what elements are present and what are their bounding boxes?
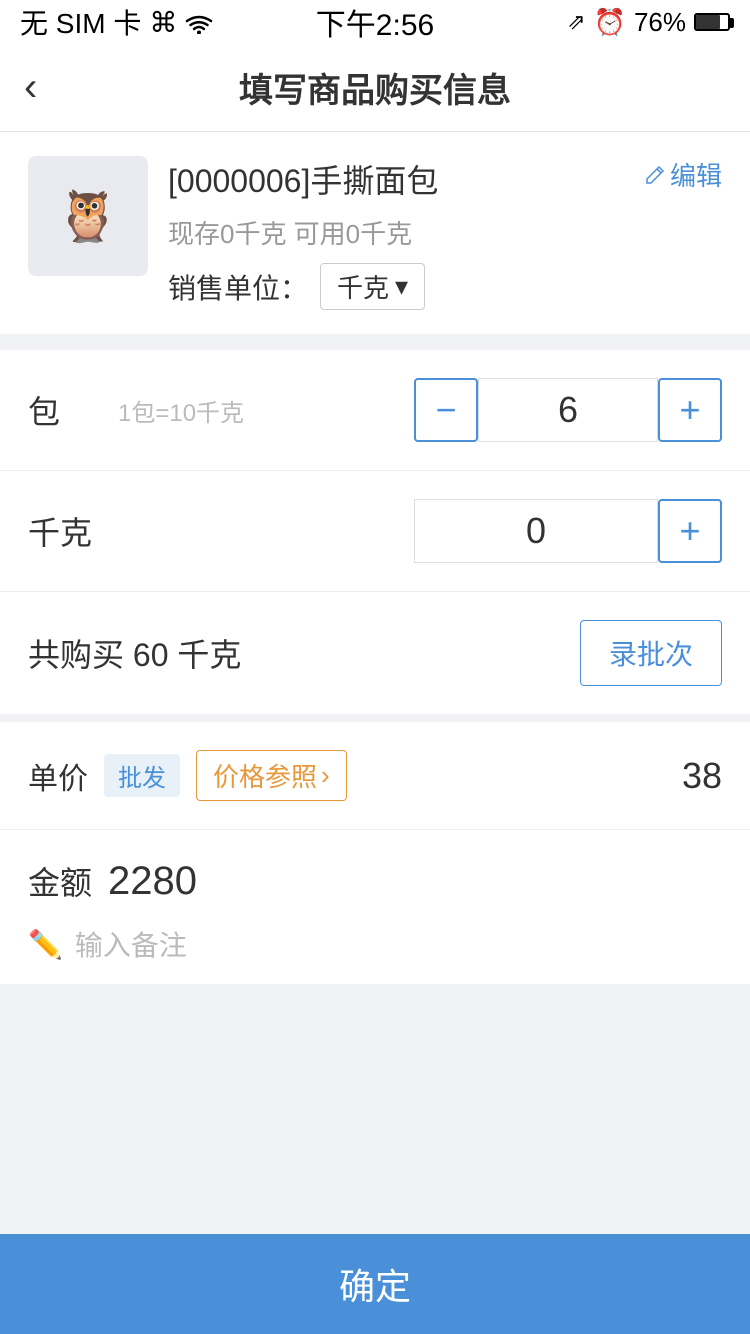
batch-button[interactable]: 录批次 (580, 620, 722, 686)
package-hint: 1包=10千克 (118, 393, 414, 428)
status-bar: 无 SIM 卡 ⌘ 下午2:56 ⇗ ⏰ 76% (0, 0, 750, 44)
product-info: [0000006]手撕面包 编辑 现存0千克 可用0千克 销售单位： 千克 ▾ (168, 156, 722, 310)
product-name: [0000006]手撕面包 (168, 156, 438, 202)
carrier-label: 无 SIM 卡 (20, 2, 141, 42)
location-icon: ⇗ (567, 9, 585, 35)
alarm-icon: ⏰ (594, 7, 626, 38)
status-left: 无 SIM 卡 ⌘ (20, 2, 213, 42)
price-value: 38 (682, 755, 722, 797)
amount-label: 金额 (28, 858, 92, 904)
unit-label: 销售单位： (168, 267, 308, 307)
battery-icon (694, 13, 730, 31)
total-text: 共购买 60 千克 (28, 630, 241, 676)
kg-label: 千克 (28, 508, 108, 554)
back-button[interactable]: ‹ (24, 65, 37, 110)
product-thumbnail: 🦉 (28, 156, 148, 276)
nav-bar: ‹ 填写商品购买信息 (0, 44, 750, 132)
price-ref-button[interactable]: 价格参照 › (196, 750, 347, 801)
edit-button[interactable]: 编辑 (644, 156, 722, 193)
price-section: 单价 批发 价格参照 › 38 (0, 722, 750, 830)
amount-row: 金额 2280 (28, 858, 722, 904)
kg-input-row: 千克 + (0, 471, 750, 591)
remark-row[interactable]: ✏️ 输入备注 (28, 924, 722, 964)
product-stock: 现存0千克 可用0千克 (168, 214, 722, 251)
product-card: 🦉 [0000006]手撕面包 编辑 现存0千克 可用0千克 销售单位： 千克 … (0, 132, 750, 342)
kg-qty-control: + (414, 499, 722, 563)
battery-label: 76% (634, 7, 686, 38)
product-logo: 🦉 (57, 187, 119, 246)
product-top-row: [0000006]手撕面包 编辑 (168, 156, 722, 214)
total-row: 共购买 60 千克 录批次 (0, 591, 750, 722)
package-minus-button[interactable]: − (414, 378, 478, 442)
amount-value: 2280 (108, 859, 197, 904)
status-right: ⇗ ⏰ 76% (567, 7, 730, 38)
package-input[interactable] (478, 378, 658, 442)
remark-placeholder: 输入备注 (75, 924, 187, 964)
chevron-down-icon: ▾ (395, 271, 408, 302)
pencil-icon: ✏️ (28, 928, 63, 961)
kg-plus-button[interactable]: + (658, 499, 722, 563)
package-input-row: 包 1包=10千克 − + (0, 350, 750, 471)
package-qty-control: − + (414, 378, 722, 442)
price-ref-arrow: › (321, 760, 330, 791)
confirm-button[interactable]: 确定 (0, 1234, 750, 1334)
product-unit-row: 销售单位： 千克 ▾ (168, 263, 722, 310)
amount-section: 金额 2280 ✏️ 输入备注 (0, 830, 750, 992)
separator-1 (0, 342, 750, 350)
unit-select[interactable]: 千克 ▾ (320, 263, 425, 310)
status-time: 下午2:56 (316, 0, 434, 44)
kg-input[interactable] (414, 499, 658, 563)
wifi-icon: ⌘ (149, 6, 213, 39)
page-title: 填写商品购买信息 (239, 63, 511, 112)
price-label: 单价 (28, 754, 88, 798)
empty-area (0, 992, 750, 1272)
price-type-badge: 批发 (104, 754, 180, 797)
package-plus-button[interactable]: + (658, 378, 722, 442)
package-label: 包 (28, 387, 108, 433)
